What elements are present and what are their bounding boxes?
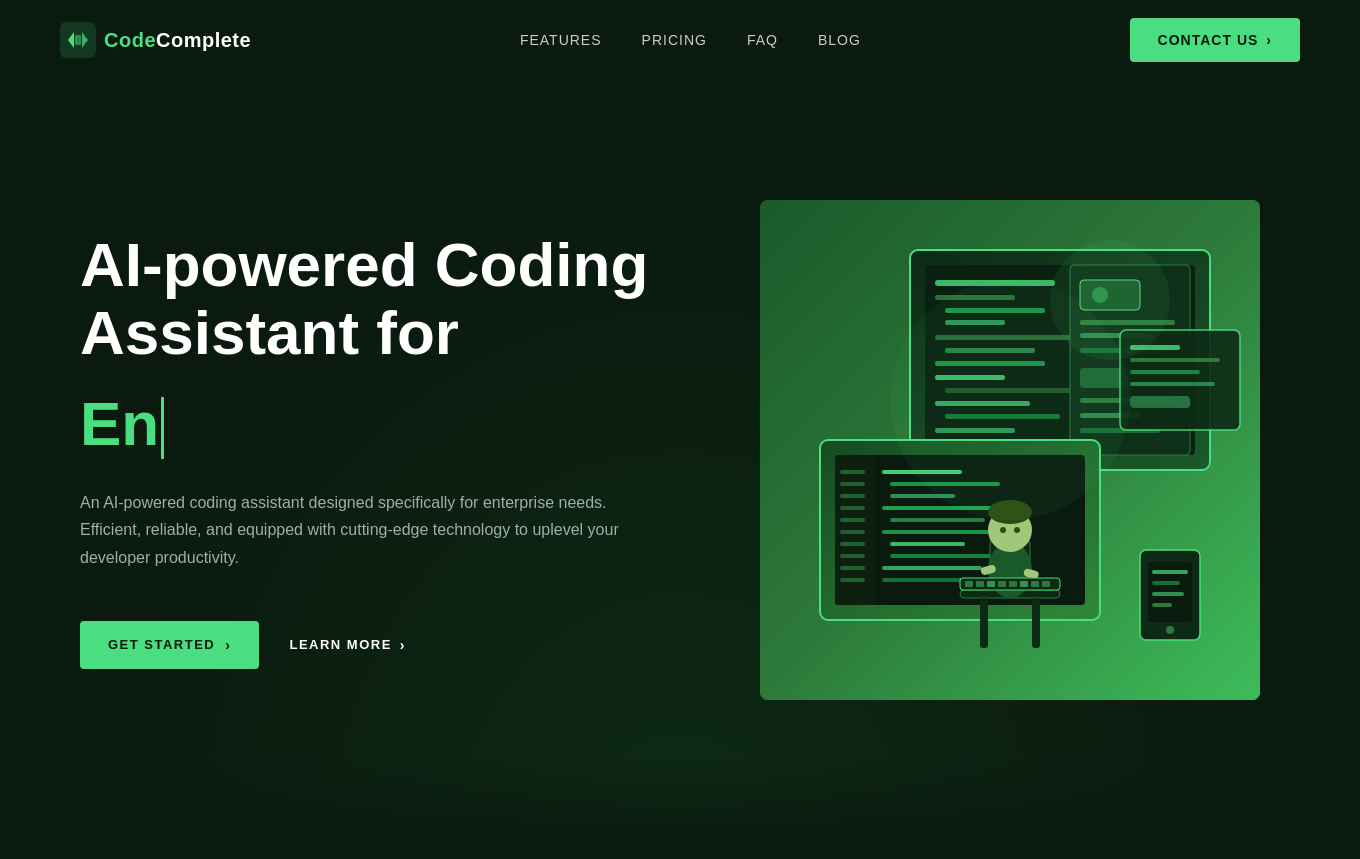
learn-more-button[interactable]: LEARN MORE › (289, 637, 406, 653)
svg-rect-56 (1032, 598, 1040, 648)
nav-blog[interactable]: BLOG (818, 32, 861, 48)
hero-image (760, 200, 1260, 700)
logo-text: CodeComplete (104, 29, 251, 52)
svg-point-64 (1014, 527, 1020, 533)
svg-rect-69 (976, 581, 984, 587)
contact-us-label: CONTACT US (1158, 32, 1259, 48)
svg-rect-85 (1152, 581, 1180, 585)
hero-description: An AI-powered coding assistant designed … (80, 489, 660, 571)
svg-rect-43 (840, 578, 865, 582)
svg-rect-40 (840, 542, 865, 546)
svg-rect-79 (1130, 370, 1200, 374)
svg-rect-70 (987, 581, 995, 587)
svg-rect-48 (890, 518, 985, 522)
svg-rect-71 (998, 581, 1006, 587)
svg-rect-86 (1152, 592, 1184, 596)
nav-pricing[interactable]: PRICING (642, 32, 707, 48)
main-nav: FEATURES PRICING FAQ BLOG (520, 32, 861, 48)
svg-rect-34 (840, 470, 865, 474)
nav-features[interactable]: FEATURES (520, 32, 602, 48)
svg-rect-75 (1042, 581, 1050, 587)
get-started-button[interactable]: GET STARTED › (80, 621, 259, 669)
get-started-chevron-icon: › (225, 637, 231, 653)
hero-title-line1: AI-powered Coding (80, 230, 648, 299)
svg-rect-36 (840, 494, 865, 498)
svg-rect-51 (890, 554, 1005, 558)
svg-rect-35 (840, 482, 865, 486)
svg-rect-37 (840, 506, 865, 510)
svg-rect-41 (840, 554, 865, 558)
svg-rect-72 (1009, 581, 1017, 587)
bottom-fade (0, 760, 1360, 840)
svg-rect-80 (1130, 382, 1215, 386)
nav-faq[interactable]: FAQ (747, 32, 778, 48)
get-started-label: GET STARTED (108, 637, 215, 652)
typing-cursor (161, 397, 164, 459)
svg-rect-84 (1152, 570, 1188, 574)
svg-point-63 (1000, 527, 1006, 533)
svg-rect-87 (1152, 603, 1172, 607)
svg-rect-39 (840, 530, 865, 534)
learn-more-label: LEARN MORE (289, 637, 391, 652)
svg-point-88 (1166, 626, 1174, 634)
hero-typed-text: En (80, 388, 720, 460)
svg-rect-73 (1020, 581, 1028, 587)
svg-rect-78 (1130, 358, 1220, 362)
svg-rect-50 (890, 542, 965, 546)
hero-illustration (760, 200, 1260, 700)
logo[interactable]: CodeComplete (60, 22, 251, 58)
illustration-svg (760, 200, 1260, 700)
learn-more-chevron-icon: › (400, 637, 406, 653)
svg-rect-42 (840, 566, 865, 570)
svg-rect-52 (882, 566, 982, 570)
svg-rect-74 (1031, 581, 1039, 587)
hero-title-line2: Assistant for (80, 298, 459, 367)
hero-title: AI-powered Coding Assistant for (80, 231, 720, 367)
contact-chevron-icon: › (1266, 32, 1272, 48)
svg-rect-38 (840, 518, 865, 522)
svg-point-90 (1050, 240, 1170, 360)
hero-content: AI-powered Coding Assistant for En An AI… (80, 231, 760, 669)
hero-actions: GET STARTED › LEARN MORE › (80, 621, 720, 669)
svg-rect-3 (75, 35, 81, 45)
svg-rect-81 (1130, 396, 1190, 408)
svg-rect-55 (980, 598, 988, 648)
header: CodeComplete FEATURES PRICING FAQ BLOG C… (0, 0, 1360, 80)
logo-icon (60, 22, 96, 58)
svg-rect-68 (965, 581, 973, 587)
contact-us-button[interactable]: CONTACT US › (1130, 18, 1300, 62)
hero-section: AI-powered Coding Assistant for En An AI… (0, 80, 1360, 840)
